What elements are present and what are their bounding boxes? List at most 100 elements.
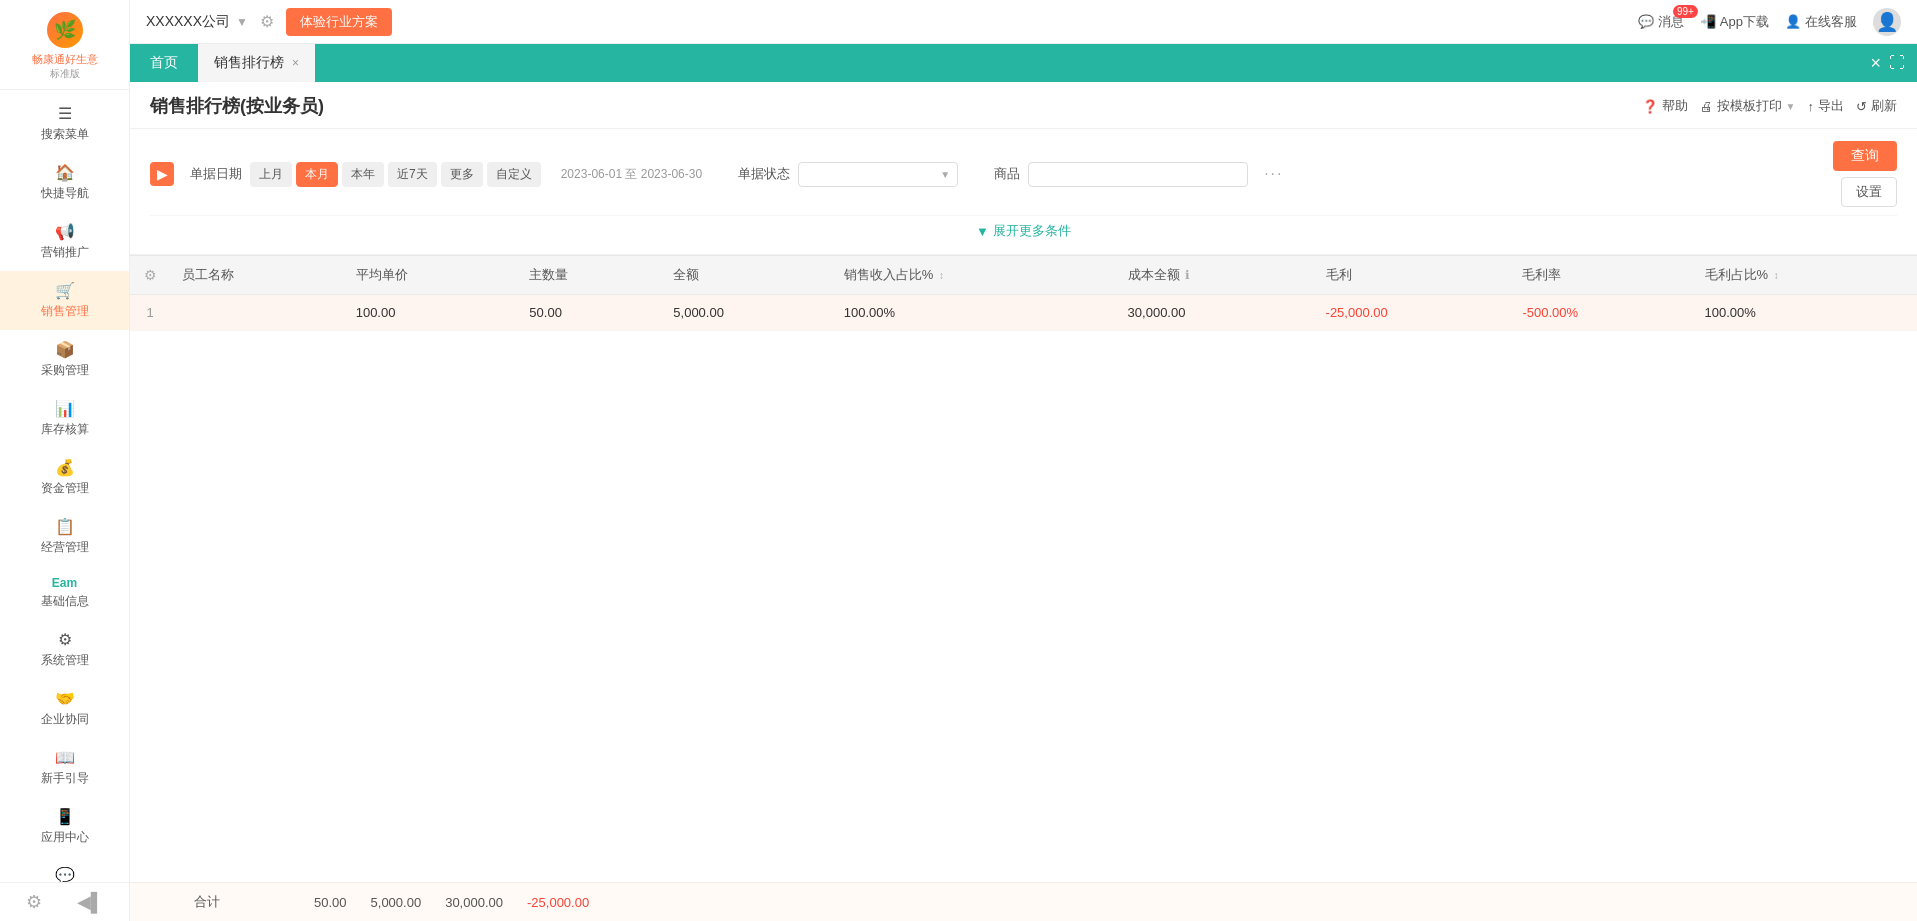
user-avatar[interactable]: 👤 <box>1873 8 1901 36</box>
cell-profit: -25,000.00 <box>1314 295 1511 331</box>
refresh-label: 刷新 <box>1871 97 1897 115</box>
help-button[interactable]: ❓ 帮助 <box>1642 97 1688 115</box>
sidebar-item-apps[interactable]: 📱 应用中心 <box>0 797 129 856</box>
filter-dots[interactable]: ··· <box>1264 165 1283 183</box>
sidebar-item-wechat[interactable]: 💬 企业微信 <box>0 856 129 882</box>
avatar-img: 👤 <box>1876 11 1898 33</box>
company-selector[interactable]: XXXXXX公司 ▼ <box>146 13 248 31</box>
message-button[interactable]: 💬 消息 99+ <box>1638 13 1684 31</box>
sidebar-item-collab[interactable]: 🤝 企业协同 <box>0 679 129 738</box>
footer-amount: 5,000.00 <box>359 895 434 910</box>
help-icon: ❓ <box>1642 99 1658 114</box>
set-button[interactable]: 设置 <box>1841 177 1897 207</box>
cell-profit-pct: 100.00% <box>1693 295 1917 331</box>
date-filter-label: 单据日期 <box>190 165 242 183</box>
purchase-icon: 📦 <box>55 340 75 359</box>
sidebar-item-label: 快捷导航 <box>41 185 89 202</box>
filter-area: ▶ 单据日期 上月 本月 本年 近7天 更多 自定义 2023-06-01 至 … <box>130 129 1917 255</box>
message-icon: 💬 <box>1638 14 1654 29</box>
sidebar-item-basic[interactable]: Eam 基础信息 <box>0 566 129 620</box>
sidebar-item-inventory[interactable]: 📊 库存核算 <box>0 389 129 448</box>
company-dropdown-icon: ▼ <box>236 15 248 29</box>
sidebar-item-purchase[interactable]: 📦 采购管理 <box>0 330 129 389</box>
date-btn-group: 上月 本月 本年 近7天 更多 自定义 <box>250 162 541 187</box>
status-select-wrap <box>798 162 958 187</box>
sidebar-item-finance[interactable]: 💰 资金管理 <box>0 448 129 507</box>
tab-sales-ranking[interactable]: 销售排行榜 × <box>198 44 315 82</box>
print-icon: 🖨 <box>1700 99 1713 114</box>
th-name-label: 员工名称 <box>182 267 234 282</box>
goods-input[interactable] <box>1028 162 1248 187</box>
cell-name <box>170 295 344 331</box>
sidebar-item-search[interactable]: ☰ 搜索菜单 <box>0 94 129 153</box>
date-filter: 单据日期 上月 本月 本年 近7天 更多 自定义 <box>190 162 541 187</box>
topbar-gear-icon[interactable]: ⚙ <box>260 12 274 31</box>
collapse-icon[interactable]: ◀▌ <box>77 891 104 913</box>
expand-more-button[interactable]: ▼ 展开更多条件 <box>976 222 1071 240</box>
online-service-button[interactable]: 👤 在线客服 <box>1785 13 1857 31</box>
settings-bottom-icon[interactable]: ⚙ <box>26 891 42 913</box>
tabbar-expand-icon[interactable]: ⛶ <box>1889 54 1905 72</box>
date-btn-last-month[interactable]: 上月 <box>250 162 292 187</box>
goods-filter-label: 商品 <box>994 165 1020 183</box>
home-icon: 🏠 <box>55 163 75 182</box>
tab-close-icon[interactable]: × <box>292 56 299 70</box>
table-header: ⚙ 员工名称 平均单价 主数量 全额 <box>130 256 1917 295</box>
filter-arrow-button[interactable]: ▶ <box>150 162 174 186</box>
basic-icon: Eam <box>52 576 77 590</box>
date-btn-more[interactable]: 更多 <box>441 162 483 187</box>
date-btn-this-month[interactable]: 本月 <box>296 162 338 187</box>
tabbar-close-button[interactable]: × <box>1870 54 1881 72</box>
th-qty: 主数量 <box>517 256 661 295</box>
sidebar-item-label: 企业协同 <box>41 711 89 728</box>
sales-pct-sort-icon[interactable]: ↕ <box>939 270 944 281</box>
th-amount: 全额 <box>661 256 832 295</box>
sidebar-nav: ☰ 搜索菜单 🏠 快捷导航 📢 营销推广 🛒 销售管理 📦 采购管理 📊 库存核… <box>0 90 129 882</box>
refresh-button[interactable]: ↺ 刷新 <box>1856 97 1897 115</box>
th-sales-pct-label: 销售收入占比% <box>844 267 934 282</box>
export-button[interactable]: ↑ 导出 <box>1808 97 1845 115</box>
sidebar-item-nav[interactable]: 🏠 快捷导航 <box>0 153 129 212</box>
print-button[interactable]: 🖨 按模板打印 ▼ <box>1700 97 1796 115</box>
th-cost: 成本全额 ℹ <box>1116 256 1314 295</box>
table-body: 1 100.00 50.00 5,000.00 100.00% 30,000.0… <box>130 295 1917 331</box>
tabbar: 首页 销售排行榜 × × ⛶ <box>130 44 1917 82</box>
online-service-label: 在线客服 <box>1805 13 1857 31</box>
data-table: ⚙ 员工名称 平均单价 主数量 全额 <box>130 255 1917 331</box>
export-icon: ↑ <box>1808 99 1815 114</box>
sidebar-item-guide[interactable]: 📖 新手引导 <box>0 738 129 797</box>
date-btn-custom[interactable]: 自定义 <box>487 162 541 187</box>
footer-profit: -25,000.00 <box>515 895 601 910</box>
app-download-button[interactable]: 📲 App下载 <box>1700 13 1769 31</box>
footer-cost: 30,000.00 <box>433 895 515 910</box>
status-select[interactable] <box>798 162 958 187</box>
expand-more-row: ▼ 展开更多条件 <box>150 215 1897 242</box>
query-button[interactable]: 查询 <box>1833 141 1897 171</box>
sidebar-item-label: 基础信息 <box>41 593 89 610</box>
date-btn-this-year[interactable]: 本年 <box>342 162 384 187</box>
footer-qty: 50.00 <box>302 895 359 910</box>
operations-icon: 📋 <box>55 517 75 536</box>
sidebar-item-operations[interactable]: 📋 经营管理 <box>0 507 129 566</box>
help-label: 帮助 <box>1662 97 1688 115</box>
print-label: 按模板打印 <box>1717 97 1782 115</box>
page-header-actions: ❓ 帮助 🖨 按模板打印 ▼ ↑ 导出 ↺ 刷新 <box>1642 97 1897 115</box>
trial-button[interactable]: 体验行业方案 <box>286 8 392 36</box>
search-menu-icon: ☰ <box>58 104 72 123</box>
app-logo-icon: 🌿 <box>47 12 83 48</box>
footer-amount-value: 5,000.00 <box>371 895 422 910</box>
sidebar-item-label: 经营管理 <box>41 539 89 556</box>
th-avg-price-label: 平均单价 <box>356 267 408 282</box>
th-amount-label: 全额 <box>673 267 699 282</box>
cost-info-icon[interactable]: ℹ <box>1185 268 1190 282</box>
table-settings-icon[interactable]: ⚙ <box>144 267 157 283</box>
sidebar-item-marketing[interactable]: 📢 营销推广 <box>0 212 129 271</box>
cell-qty: 50.00 <box>517 295 661 331</box>
sidebar-item-system[interactable]: ⚙ 系统管理 <box>0 620 129 679</box>
th-name: 员工名称 <box>170 256 344 295</box>
sidebar-item-sales[interactable]: 🛒 销售管理 <box>0 271 129 330</box>
date-btn-7days[interactable]: 近7天 <box>388 162 437 187</box>
profit-pct-sort-icon[interactable]: ↕ <box>1774 270 1779 281</box>
status-filter-label: 单据状态 <box>738 165 790 183</box>
tab-home[interactable]: 首页 <box>130 44 198 82</box>
